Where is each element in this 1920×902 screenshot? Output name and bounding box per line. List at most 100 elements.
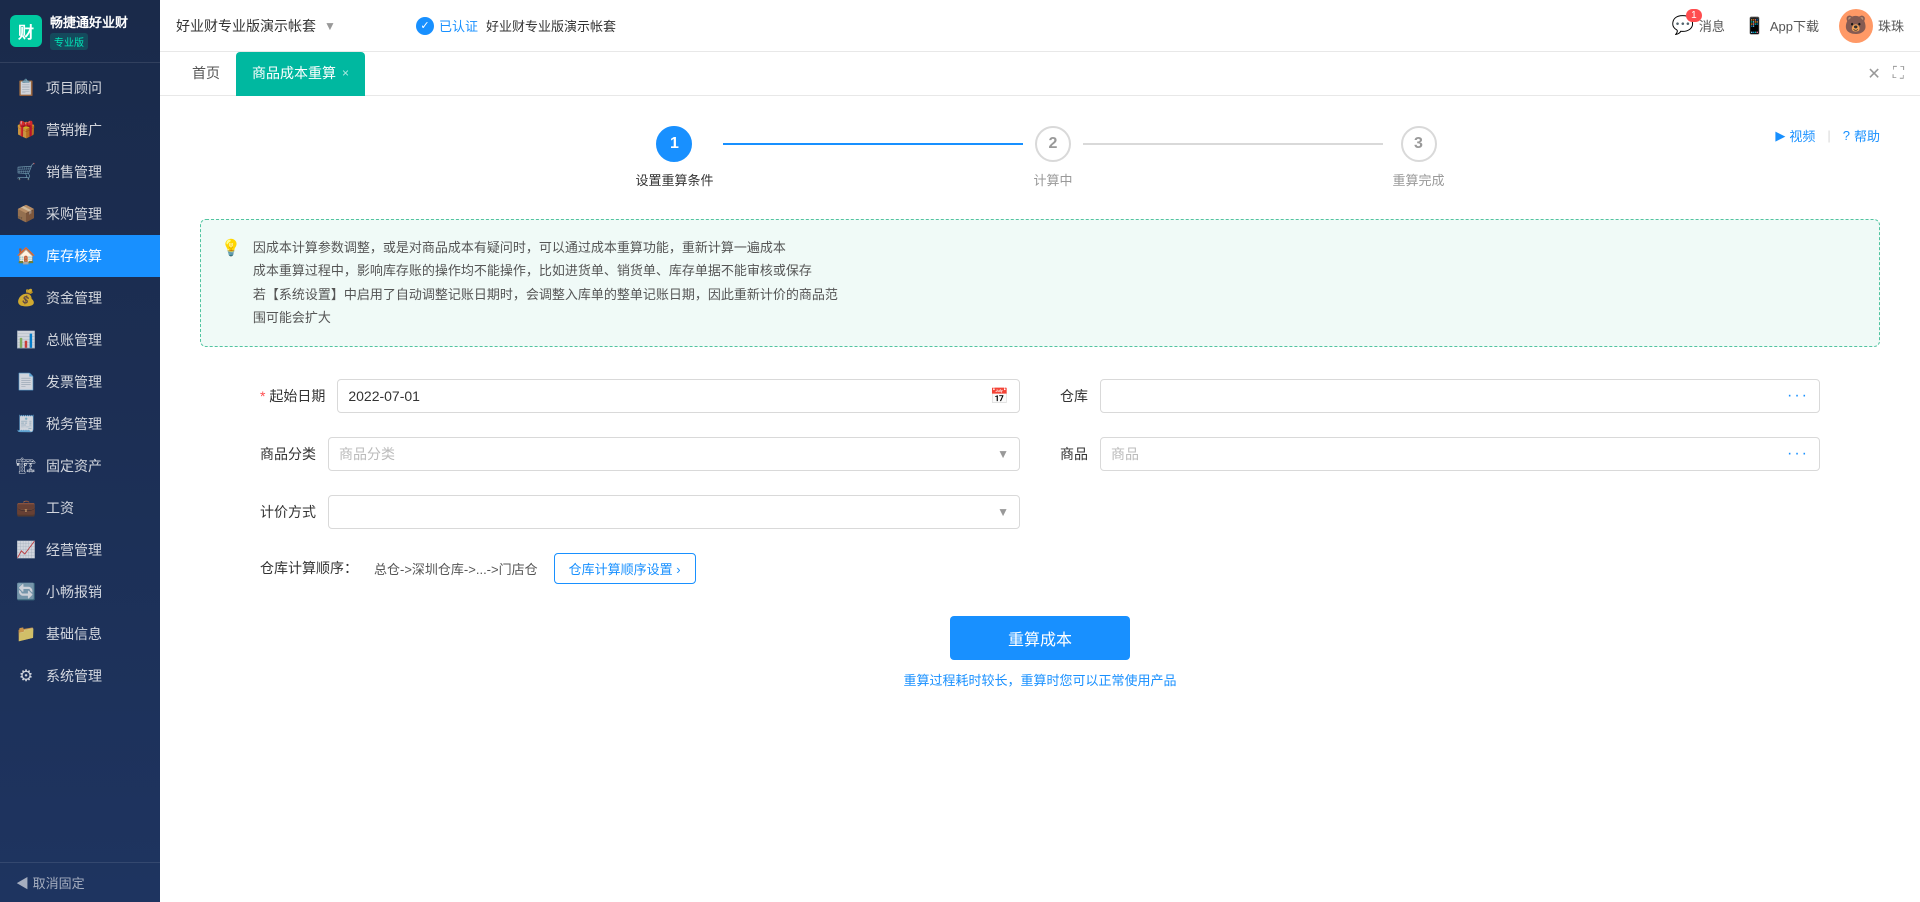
- warehouse-ellipsis-icon[interactable]: ···: [1787, 387, 1809, 405]
- assets-icon: 🏗: [16, 456, 36, 476]
- system-icon: ⚙: [16, 666, 36, 686]
- logo-text-group: 畅捷通好业财 专业版: [50, 12, 128, 50]
- warehouse-input[interactable]: ···: [1100, 379, 1820, 413]
- stepper-help: ▶ 视频 | ? 帮助: [1775, 126, 1880, 145]
- sidebar-unpin-button[interactable]: ◀ 取消固定: [0, 862, 160, 902]
- sidebar-item-basic[interactable]: 📁 基础信息: [0, 613, 160, 655]
- account-chevron-icon: ▼: [324, 19, 336, 33]
- tab-actions: ✕ ⛶: [1867, 64, 1904, 84]
- account-name: 好业财专业版演示帐套: [176, 16, 316, 36]
- goods-ellipsis-icon[interactable]: ···: [1787, 445, 1809, 463]
- sidebar-item-label: 固定资产: [46, 456, 102, 476]
- step-3-circle: 3: [1401, 126, 1437, 162]
- recalc-button[interactable]: 重算成本: [950, 616, 1130, 660]
- pricing-chevron-icon: ▼: [997, 505, 1009, 519]
- salary-icon: 💼: [16, 498, 36, 518]
- sidebar-item-marketing[interactable]: 🎁 营销推广: [0, 109, 160, 151]
- sidebar-item-label: 系统管理: [46, 666, 102, 686]
- calendar-icon[interactable]: 📅: [990, 387, 1009, 405]
- sidebar-item-label: 采购管理: [46, 204, 102, 224]
- user-name: 珠珠: [1878, 16, 1904, 35]
- step-3-label: 重算完成: [1393, 170, 1445, 189]
- expand-panel-icon[interactable]: ⛶: [1893, 65, 1904, 83]
- warehouse-order-settings-button[interactable]: 仓库计算顺序设置 ›: [554, 553, 696, 584]
- sidebar-item-label: 小畅报销: [46, 582, 102, 602]
- pricing-select[interactable]: ▼: [328, 495, 1020, 529]
- sidebar-item-project[interactable]: 📋 项目顾问: [0, 67, 160, 109]
- app-download-button[interactable]: 📱 App下载: [1745, 16, 1819, 36]
- category-select[interactable]: 商品分类 ▼: [328, 437, 1020, 471]
- sidebar-item-system[interactable]: ⚙ 系统管理: [0, 655, 160, 697]
- category-field: 商品分类 商品分类 ▼: [260, 437, 1020, 471]
- sidebar-item-sales[interactable]: 🛒 销售管理: [0, 151, 160, 193]
- form-row-2: 商品分类 商品分类 ▼ 商品 商品 ···: [260, 437, 1820, 471]
- user-profile[interactable]: 🐻 珠珠: [1839, 9, 1904, 43]
- sidebar-item-label: 工资: [46, 498, 74, 518]
- tab-home[interactable]: 首页: [176, 52, 236, 96]
- info-line-2: 成本重算过程中，影响库存账的操作均不能操作，比如进货单、销货单、库存单据不能审核…: [253, 259, 838, 282]
- sidebar-item-expense[interactable]: 🔄 小畅报销: [0, 571, 160, 613]
- message-button[interactable]: 💬 1 消息: [1671, 15, 1724, 36]
- sidebar-item-accounting[interactable]: 📊 总账管理: [0, 319, 160, 361]
- finance-icon: 💰: [16, 288, 36, 308]
- form-section: 起始日期 2022-07-01 📅 仓库 ··· 商品分: [200, 379, 1880, 689]
- info-box: 💡 因成本计算参数调整，或是对商品成本有疑问时，可以通过成本重算功能，重新计算一…: [200, 219, 1880, 347]
- verified-badge: ✓ 已认证 好业财专业版演示帐套: [416, 16, 616, 35]
- sidebar-item-assets[interactable]: 🏗 固定资产: [0, 445, 160, 487]
- start-date-input[interactable]: 2022-07-01 📅: [337, 379, 1020, 413]
- warehouse-label: 仓库: [1060, 386, 1088, 406]
- sidebar-item-purchase[interactable]: 📦 采购管理: [0, 193, 160, 235]
- step-line-2: [1083, 143, 1383, 145]
- close-panel-icon[interactable]: ✕: [1867, 64, 1880, 84]
- start-date-value: 2022-07-01: [348, 388, 420, 404]
- warehouse-order-row: 仓库计算顺序： 总仓->深圳仓库->...->门店仓 仓库计算顺序设置 ›: [260, 553, 1820, 584]
- step-3: 3 重算完成: [1393, 126, 1445, 189]
- info-line-3: 若【系统设置】中启用了自动调整记账日期时，会调整入库单的整单记账日期，因此重新计…: [253, 283, 838, 306]
- goods-input[interactable]: 商品 ···: [1100, 437, 1820, 471]
- step-line-1: [723, 143, 1023, 145]
- recalc-hint: 重算过程耗时较长，重算时您可以正常使用产品: [903, 670, 1176, 689]
- sidebar-item-label: 资金管理: [46, 288, 102, 308]
- info-line-1: 因成本计算参数调整，或是对商品成本有疑问时，可以通过成本重算功能，重新计算一遍成…: [253, 236, 838, 259]
- divider: |: [1827, 128, 1830, 143]
- step-2: 2 计算中: [1033, 126, 1072, 189]
- form-row-1: 起始日期 2022-07-01 📅 仓库 ···: [260, 379, 1820, 413]
- sidebar-item-label: 总账管理: [46, 330, 102, 350]
- project-icon: 📋: [16, 78, 36, 98]
- step-2-label: 计算中: [1033, 170, 1072, 189]
- logo-subtitle: 专业版: [50, 33, 88, 50]
- warehouse-field: 仓库 ···: [1060, 379, 1820, 413]
- sidebar-item-operations[interactable]: 📈 经营管理: [0, 529, 160, 571]
- tab-bar: 首页 商品成本重算 × ✕ ⛶: [160, 52, 1920, 96]
- info-line-4: 围可能会扩大: [253, 306, 838, 329]
- sidebar-item-invoice[interactable]: 📄 发票管理: [0, 361, 160, 403]
- tab-close-icon[interactable]: ×: [342, 66, 349, 80]
- account-selector[interactable]: 好业财专业版演示帐套 ▼: [176, 16, 396, 36]
- play-icon: ▶: [1775, 128, 1785, 144]
- sidebar-item-inventory[interactable]: 🏠 库存核算: [0, 235, 160, 277]
- goods-field: 商品 商品 ···: [1060, 437, 1820, 471]
- sidebar: 财 畅捷通好业财 专业版 📋 项目顾问 🎁 营销推广 🛒 销售管理 📦 采购管理…: [0, 0, 160, 902]
- video-help-button[interactable]: ▶ 视频: [1775, 126, 1815, 145]
- header: 好业财专业版演示帐套 ▼ ✓ 已认证 好业财专业版演示帐套 💬 1 消息 📱 A…: [160, 0, 1920, 52]
- phone-icon: 📱: [1745, 16, 1765, 36]
- header-actions: 💬 1 消息 📱 App下载 🐻 珠珠: [1671, 9, 1904, 43]
- pricing-label: 计价方式: [260, 502, 316, 522]
- sidebar-item-tax[interactable]: 🧾 税务管理: [0, 403, 160, 445]
- help-button[interactable]: ? 帮助: [1843, 126, 1880, 145]
- verified-label: 已认证: [439, 16, 478, 35]
- sidebar-item-label: 销售管理: [46, 162, 102, 182]
- account-select-display[interactable]: 好业财专业版演示帐套 ▼: [176, 16, 336, 36]
- tab-recalc[interactable]: 商品成本重算 ×: [236, 52, 365, 96]
- sidebar-item-finance[interactable]: 💰 资金管理: [0, 277, 160, 319]
- logo-title: 畅捷通好业财: [50, 12, 128, 31]
- stepper: 1 设置重算条件 2 计算中 3 重算完成 ▶ 视频 | ?: [200, 126, 1880, 189]
- expense-icon: 🔄: [16, 582, 36, 602]
- sidebar-item-label: 库存核算: [46, 246, 102, 266]
- message-label: 消息: [1699, 16, 1725, 35]
- sidebar-item-label: 税务管理: [46, 414, 102, 434]
- sidebar-item-label: 经营管理: [46, 540, 102, 560]
- start-date-field: 起始日期 2022-07-01 📅: [260, 379, 1020, 413]
- verified-icon: ✓: [416, 17, 434, 35]
- sidebar-item-salary[interactable]: 💼 工资: [0, 487, 160, 529]
